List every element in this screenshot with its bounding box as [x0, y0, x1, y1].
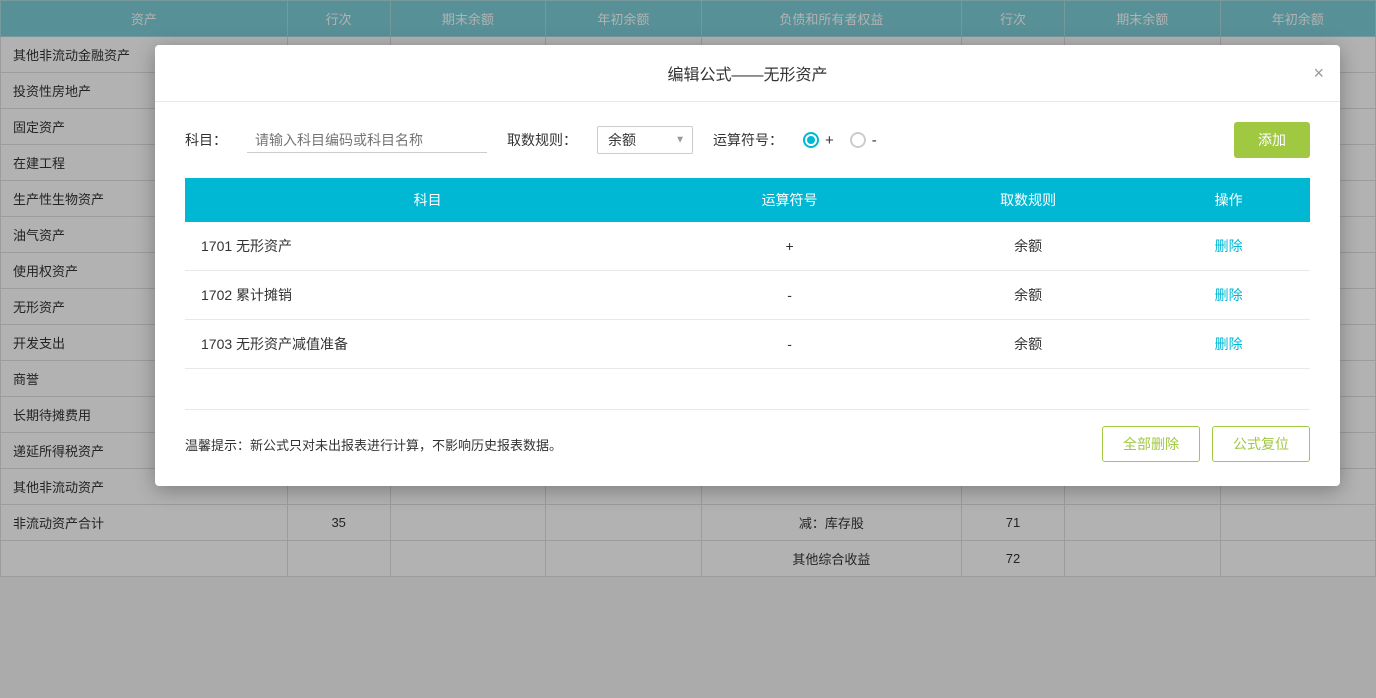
close-button[interactable]: × [1313, 64, 1324, 82]
row3-delete-link[interactable]: 删除 [1215, 336, 1243, 352]
radio-minus-circle [850, 132, 866, 148]
modal-header: 编辑公式——无形资产 × [155, 45, 1340, 102]
subject-label: 科目： [185, 130, 227, 150]
row3-operator: - [670, 320, 909, 369]
table-row: 1701 无形资产 + 余额 删除 [185, 222, 1310, 271]
rule-select[interactable]: 余额 借方 贷方 借方累计 贷方累计 [597, 126, 693, 154]
row2-delete-cell: 删除 [1147, 271, 1310, 320]
radio-plus-circle [803, 132, 819, 148]
formula-form: 科目： 取数规则： 余额 借方 贷方 借方累计 贷方累计 ▼ 运算符号： + [185, 122, 1310, 158]
modal-title: 编辑公式——无形资产 [667, 61, 827, 85]
radio-minus-label: - [872, 132, 877, 149]
footer-divider [185, 409, 1310, 410]
footer-buttons: 全部删除 公式复位 [1102, 426, 1310, 462]
rule-label: 取数规则： [507, 130, 577, 150]
table-row: 1703 无形资产减值准备 - 余额 删除 [185, 320, 1310, 369]
row2-operator: - [670, 271, 909, 320]
modal-footer: 温馨提示：新公式只对未出报表进行计算，不影响历史报表数据。 全部删除 公式复位 [155, 426, 1340, 462]
reset-formula-button[interactable]: 公式复位 [1212, 426, 1310, 462]
rule-select-wrapper: 余额 借方 贷方 借方累计 贷方累计 ▼ [597, 126, 693, 154]
radio-minus[interactable]: - [850, 132, 877, 149]
row1-delete-link[interactable]: 删除 [1215, 238, 1243, 254]
col-subject: 科目 [185, 178, 670, 222]
row2-subject: 1702 累计摊销 [185, 271, 670, 320]
row3-subject: 1703 无形资产减值准备 [185, 320, 670, 369]
formula-table: 科目 运算符号 取数规则 操作 1701 无形资产 + 余额 删除 1702 累… [185, 178, 1310, 369]
row1-subject: 1701 无形资产 [185, 222, 670, 271]
col-operator: 运算符号 [670, 178, 909, 222]
subject-input[interactable] [247, 128, 487, 153]
row1-delete-cell: 删除 [1147, 222, 1310, 271]
row1-operator: + [670, 222, 909, 271]
add-button[interactable]: 添加 [1234, 122, 1310, 158]
edit-formula-modal: 编辑公式——无形资产 × 科目： 取数规则： 余额 借方 贷方 借方累计 贷方累… [155, 45, 1340, 486]
table-row: 1702 累计摊销 - 余额 删除 [185, 271, 1310, 320]
row1-rule: 余额 [909, 222, 1148, 271]
row3-rule: 余额 [909, 320, 1148, 369]
table-header-row: 科目 运算符号 取数规则 操作 [185, 178, 1310, 222]
hint-text: 温馨提示：新公式只对未出报表进行计算，不影响历史报表数据。 [185, 435, 562, 454]
row2-rule: 余额 [909, 271, 1148, 320]
radio-plus[interactable]: + [803, 132, 834, 149]
radio-plus-label: + [825, 132, 834, 149]
delete-all-button[interactable]: 全部删除 [1102, 426, 1200, 462]
operator-radio-group: + - [803, 132, 877, 149]
modal-body: 科目： 取数规则： 余额 借方 贷方 借方累计 贷方累计 ▼ 运算符号： + [155, 102, 1340, 409]
operator-label: 运算符号： [713, 130, 783, 150]
row2-delete-link[interactable]: 删除 [1215, 287, 1243, 303]
col-action: 操作 [1147, 178, 1310, 222]
col-rule: 取数规则 [909, 178, 1148, 222]
row3-delete-cell: 删除 [1147, 320, 1310, 369]
